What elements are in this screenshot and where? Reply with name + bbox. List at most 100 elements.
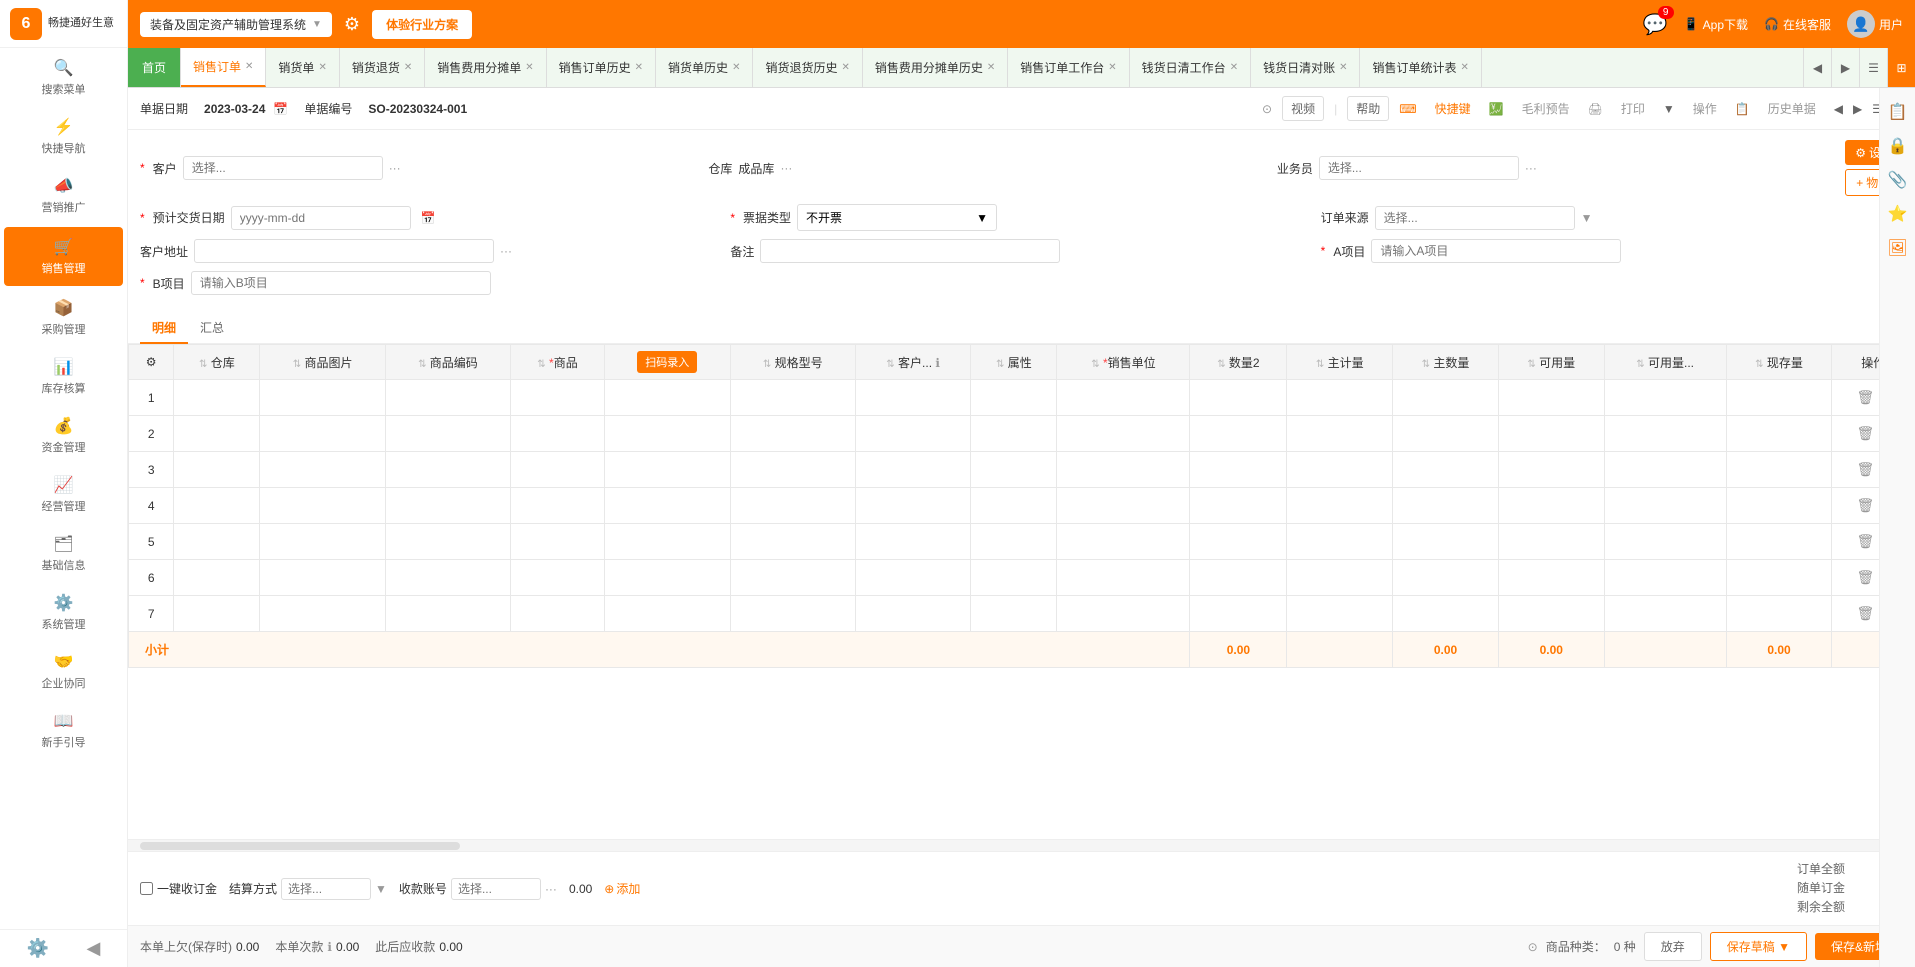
sidebar-item-marketing[interactable]: 📣 营销推广 <box>0 166 127 225</box>
save-draft-button[interactable]: 保存草稿 ▼ <box>1710 932 1807 961</box>
cell-qty2[interactable] <box>1190 380 1287 416</box>
history-button[interactable]: 历史单据 <box>1760 97 1824 120</box>
cell-attributes[interactable] <box>971 416 1057 452</box>
tab-sales-expense[interactable]: 销售费用分摊单 ✕ <box>425 48 546 87</box>
cell-main-qty[interactable] <box>1393 416 1499 452</box>
rs-clipboard-icon[interactable]: 📋 <box>1882 96 1914 128</box>
sidebar-item-inventory[interactable]: 📊 库存核算 <box>0 347 127 406</box>
rs-image-icon[interactable]: 🖼 <box>1882 232 1914 264</box>
tab-cash-reconcile[interactable]: 钱货日清对账 ✕ <box>1251 48 1360 87</box>
cell-product-image[interactable] <box>260 596 385 632</box>
cell-product[interactable] <box>511 560 605 596</box>
cell-product-code[interactable] <box>385 560 510 596</box>
shortcut-button[interactable]: 快捷键 <box>1427 97 1479 120</box>
cell-customer-code[interactable] <box>855 596 970 632</box>
cell-customer-code[interactable] <box>855 452 970 488</box>
cell-stock[interactable] <box>1726 416 1832 452</box>
delete-row-button[interactable]: 🗑 <box>1856 569 1874 586</box>
view-button[interactable]: 视频 <box>1282 96 1324 121</box>
cell-product-image[interactable] <box>260 560 385 596</box>
close-tab-icon[interactable]: ✕ <box>732 62 740 73</box>
rs-lock-icon[interactable]: 🔒 <box>1882 130 1914 162</box>
cell-warehouse[interactable] <box>174 488 260 524</box>
tab-sales-order[interactable]: 销售订单 ✕ <box>181 48 266 87</box>
col-qty2[interactable]: ⇅ 数量2 <box>1190 345 1287 380</box>
sidebar-item-operations[interactable]: 📈 经营管理 <box>0 465 127 524</box>
cell-stock[interactable] <box>1726 380 1832 416</box>
b-project-input[interactable] <box>191 271 491 295</box>
app-download-item[interactable]: 📱 App下载 <box>1684 16 1748 33</box>
customer-address-input[interactable] <box>194 239 494 263</box>
help-button[interactable]: 帮助 <box>1347 96 1389 121</box>
sidebar-item-basic-info[interactable]: 🗂 基础信息 <box>0 524 127 583</box>
cell-main-qty[interactable] <box>1393 596 1499 632</box>
online-service-item[interactable]: 🎧 在线客服 <box>1764 16 1831 33</box>
cell-qty2[interactable] <box>1190 416 1287 452</box>
cell-spec[interactable] <box>730 524 855 560</box>
cell-customer-code[interactable] <box>855 524 970 560</box>
cell-available[interactable] <box>1498 416 1604 452</box>
cell-product-code[interactable] <box>385 380 510 416</box>
cell-product-image[interactable] <box>260 416 385 452</box>
cell-main-unit[interactable] <box>1287 560 1393 596</box>
message-badge[interactable]: 💬 9 <box>1643 12 1668 37</box>
cell-spec[interactable] <box>730 416 855 452</box>
col-customer-code[interactable]: ⇅ 客户... ℹ <box>855 345 970 380</box>
tab-detail[interactable]: 明细 <box>140 313 188 344</box>
sidebar-item-finance[interactable]: 💰 资金管理 <box>0 406 127 465</box>
cell-qty2[interactable] <box>1190 560 1287 596</box>
payment-method-arrow[interactable]: ▼ <box>375 882 387 896</box>
cell-available[interactable] <box>1498 560 1604 596</box>
cell-stock[interactable] <box>1726 560 1832 596</box>
cell-available2[interactable] <box>1604 524 1726 560</box>
cell-product-image[interactable] <box>260 452 385 488</box>
system-title[interactable]: 装备及固定资产辅助管理系统 ▼ <box>140 12 332 37</box>
cell-scan[interactable] <box>604 488 730 524</box>
cell-product-code[interactable] <box>385 488 510 524</box>
col-attributes[interactable]: ⇅ 属性 <box>971 345 1057 380</box>
cell-scan[interactable] <box>604 416 730 452</box>
cell-qty2[interactable] <box>1190 488 1287 524</box>
cell-available2[interactable] <box>1604 488 1726 524</box>
cell-product[interactable] <box>511 524 605 560</box>
cell-main-unit[interactable] <box>1287 380 1393 416</box>
cell-warehouse[interactable] <box>174 596 260 632</box>
tab-expense-history[interactable]: 销售费用分摊单历史 ✕ <box>863 48 1008 87</box>
col-spec[interactable]: ⇅ 规格型号 <box>730 345 855 380</box>
tab-expand-icon[interactable]: ⊞ <box>1887 48 1915 88</box>
cell-product[interactable] <box>511 488 605 524</box>
account-input[interactable] <box>451 878 541 900</box>
add-button[interactable]: ⊕ 添加 <box>604 880 640 897</box>
cell-product[interactable] <box>511 380 605 416</box>
cell-main-unit[interactable] <box>1287 524 1393 560</box>
cell-qty2[interactable] <box>1190 524 1287 560</box>
cell-attributes[interactable] <box>971 488 1057 524</box>
nav-next-icon[interactable]: ▶ <box>1853 102 1862 116</box>
remarks-input[interactable] <box>760 239 1060 263</box>
tab-next-icon[interactable]: ▶ <box>1831 48 1859 88</box>
rs-star-icon[interactable]: ⭐ <box>1882 198 1914 230</box>
cell-warehouse[interactable] <box>174 524 260 560</box>
sidebar-item-search[interactable]: 🔍 搜索菜单 <box>0 48 127 107</box>
close-tab-icon[interactable]: ✕ <box>404 62 412 73</box>
cell-available[interactable] <box>1498 524 1604 560</box>
cell-available2[interactable] <box>1604 560 1726 596</box>
cell-main-qty[interactable] <box>1393 524 1499 560</box>
cell-available2[interactable] <box>1604 596 1726 632</box>
data-table-container[interactable]: ⚙ ⇅ 仓库 ⇅ 商品图片 ⇅ 商品编码 ⇅ *商品 扫码录入 ⇅ 规格型号 ⇅… <box>128 344 1915 839</box>
col-main-qty[interactable]: ⇅ 主数量 <box>1393 345 1499 380</box>
cell-customer-code[interactable] <box>855 380 970 416</box>
close-tab-icon[interactable]: ✕ <box>1108 62 1116 73</box>
tab-sales-stats[interactable]: 销售订单统计表 ✕ <box>1360 48 1481 87</box>
cell-available2[interactable] <box>1604 380 1726 416</box>
calendar-icon[interactable]: 📅 <box>273 102 288 116</box>
delivery-date-input[interactable] <box>231 206 411 230</box>
delete-row-button[interactable]: 🗑 <box>1856 461 1874 478</box>
cell-scan[interactable] <box>604 560 730 596</box>
one-click-checkbox[interactable] <box>140 882 153 895</box>
cell-sales-unit[interactable] <box>1057 488 1190 524</box>
cell-customer-code[interactable] <box>855 560 970 596</box>
close-tab-icon[interactable]: ✕ <box>1461 62 1469 73</box>
cell-available[interactable] <box>1498 488 1604 524</box>
cell-stock[interactable] <box>1726 452 1832 488</box>
